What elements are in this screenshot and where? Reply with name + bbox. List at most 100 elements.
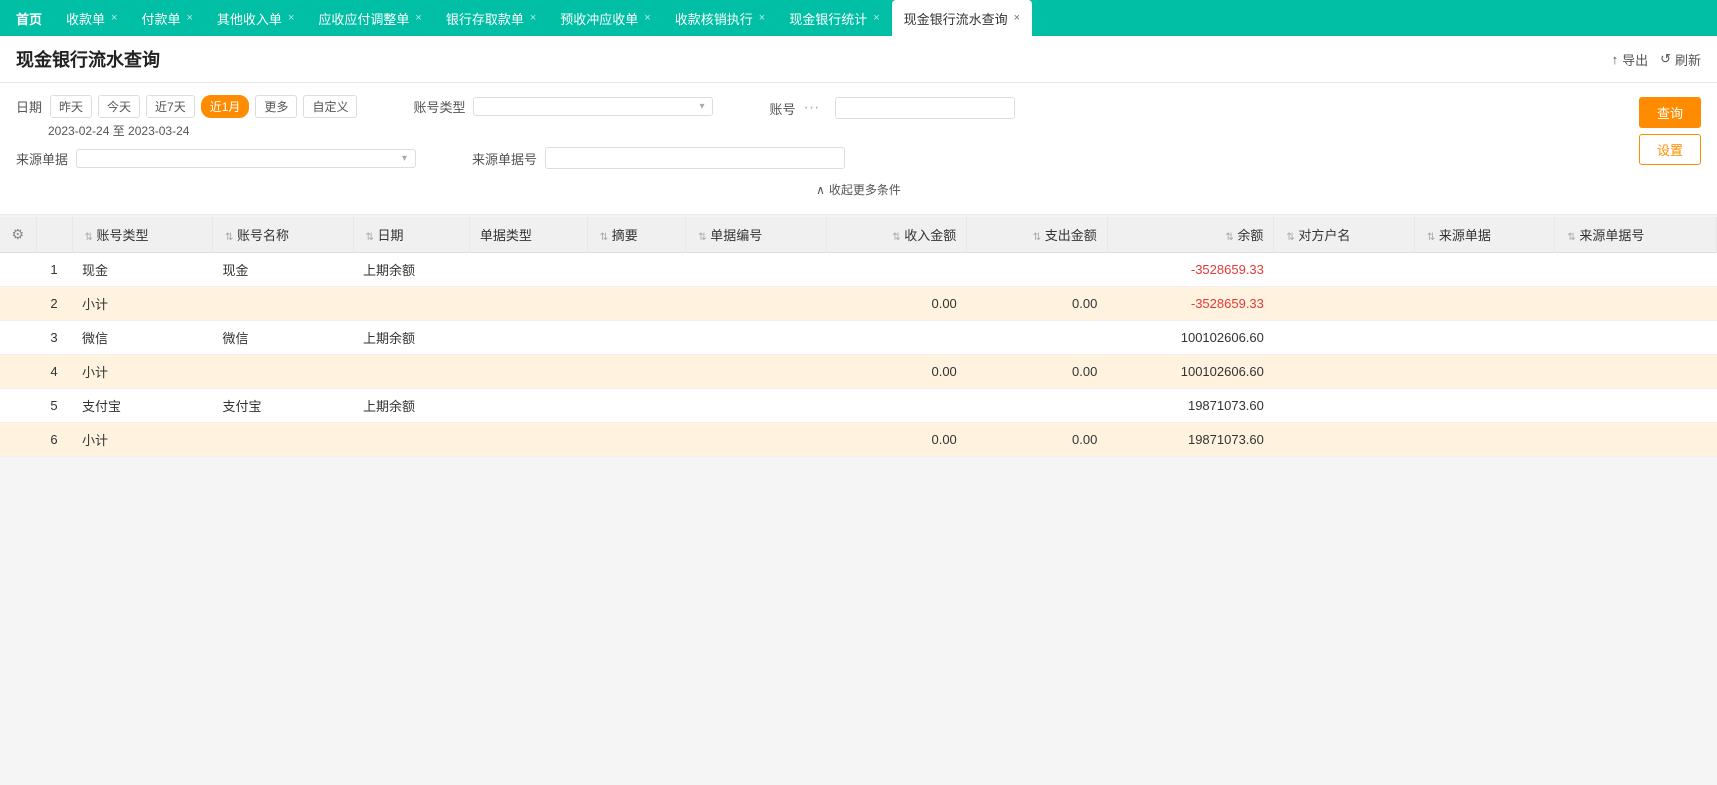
nav-home[interactable]: 首页: [4, 0, 54, 36]
th-voucher-type[interactable]: 单据类型: [469, 217, 587, 253]
row-balance: 19871073.60: [1107, 389, 1274, 423]
source-voucher-chevron: ▾: [402, 153, 407, 164]
date-range-display: 2023-02-24 至 2023-03-24: [48, 124, 189, 138]
date-custom[interactable]: 自定义: [303, 95, 357, 118]
close-receipt-verify[interactable]: ×: [759, 12, 765, 24]
account-dots: ···: [803, 99, 819, 117]
table-row: 5 支付宝 支付宝 上期余额 19871073.60: [0, 389, 1717, 423]
date-options: 昨天 今天 近7天 近1月 更多 自定义: [50, 95, 357, 118]
date-label: 日期: [16, 97, 42, 116]
export-icon: ↑: [1612, 52, 1619, 67]
date-yesterday[interactable]: 昨天: [50, 95, 92, 118]
row-voucher-type: [469, 321, 587, 355]
export-button[interactable]: ↑ 导出: [1612, 50, 1649, 69]
th-account-type[interactable]: ⇅ 账号类型: [72, 217, 213, 253]
row-summary: [587, 389, 686, 423]
account-type-select[interactable]: ▾: [473, 97, 713, 116]
row-voucher-no: [686, 321, 827, 355]
nav-cash-stats[interactable]: 现金银行统计 ×: [777, 0, 891, 36]
row-source-voucher: [1414, 253, 1555, 287]
row-account-type: 现金: [72, 253, 213, 287]
close-other-income[interactable]: ×: [288, 12, 294, 24]
row-balance: -3528659.33: [1107, 287, 1274, 321]
close-payments[interactable]: ×: [186, 12, 192, 24]
nav-receipt-verify[interactable]: 收款核销执行 ×: [663, 0, 777, 36]
account-type-label: 账号类型: [413, 97, 465, 116]
date-1month[interactable]: 近1月: [201, 95, 250, 118]
collapse-bar[interactable]: ∧ 收起更多条件: [16, 177, 1701, 202]
row-expense: 0.00: [967, 355, 1108, 389]
header-actions: ↑ 导出 ↺ 刷新: [1612, 50, 1701, 69]
source-voucher-select[interactable]: ▾: [76, 149, 416, 168]
close-bank-deposit[interactable]: ×: [530, 12, 536, 24]
date-7days[interactable]: 近7天: [146, 95, 195, 118]
row-income: [826, 321, 967, 355]
close-cash-stats[interactable]: ×: [873, 12, 879, 24]
th-account-name[interactable]: ⇅ 账号名称: [213, 217, 354, 253]
row-source-voucher-no: [1555, 423, 1717, 457]
row-income: [826, 253, 967, 287]
nav-ar-ap-adjust[interactable]: 应收应付调整单 ×: [306, 0, 433, 36]
row-gear: [0, 355, 36, 389]
nav-bank-deposit[interactable]: 银行存取款单 ×: [434, 0, 548, 36]
close-prepay-offset[interactable]: ×: [644, 12, 650, 24]
row-counterparty: [1274, 389, 1415, 423]
row-gear: [0, 389, 36, 423]
row-balance: 100102606.60: [1107, 355, 1274, 389]
row-date: [353, 423, 469, 457]
column-settings-icon[interactable]: ⚙: [11, 226, 24, 242]
row-source-voucher-no: [1555, 355, 1717, 389]
data-table: ⚙ ⇅ 账号类型 ⇅ 账号名称 ⇅ 日期 单据类型 ⇅ 摘要 ⇅ 单据编号 ⇅ …: [0, 217, 1717, 457]
row-account-name: 微信: [213, 321, 354, 355]
row-voucher-type: [469, 287, 587, 321]
row-account-name: 支付宝: [213, 389, 354, 423]
th-source-voucher-no[interactable]: ⇅ 来源单据号: [1555, 217, 1717, 253]
account-input[interactable]: [835, 97, 1015, 119]
th-counterparty[interactable]: ⇅ 对方户名: [1274, 217, 1415, 253]
row-income: 0.00: [826, 423, 967, 457]
th-balance[interactable]: ⇅ 余额: [1107, 217, 1274, 253]
nav-cash-flow-query[interactable]: 现金银行流水查询 ×: [892, 0, 1032, 36]
nav-other-income[interactable]: 其他收入单 ×: [205, 0, 306, 36]
row-expense: 0.00: [967, 287, 1108, 321]
th-income[interactable]: ⇅ 收入金额: [826, 217, 967, 253]
row-income: [826, 389, 967, 423]
th-expense[interactable]: ⇅ 支出金额: [967, 217, 1108, 253]
close-receipts[interactable]: ×: [111, 12, 117, 24]
th-source-voucher[interactable]: ⇅ 来源单据: [1414, 217, 1555, 253]
th-summary[interactable]: ⇅ 摘要: [587, 217, 686, 253]
close-ar-ap-adjust[interactable]: ×: [415, 12, 421, 24]
th-voucher-no[interactable]: ⇅ 单据编号: [686, 217, 827, 253]
row-expense: [967, 253, 1108, 287]
row-source-voucher-no: [1555, 287, 1717, 321]
row-source-voucher: [1414, 355, 1555, 389]
refresh-button[interactable]: ↺ 刷新: [1660, 50, 1701, 69]
date-more[interactable]: 更多: [255, 95, 297, 118]
row-expense: 0.00: [967, 423, 1108, 457]
query-button[interactable]: 查询: [1639, 97, 1701, 128]
row-date: 上期余额: [353, 253, 469, 287]
row-num: 6: [36, 423, 72, 457]
table-header-row: ⚙ ⇅ 账号类型 ⇅ 账号名称 ⇅ 日期 单据类型 ⇅ 摘要 ⇅ 单据编号 ⇅ …: [0, 217, 1717, 253]
row-account-name: [213, 355, 354, 389]
row-account-type: 小计: [72, 355, 213, 389]
row-gear: [0, 321, 36, 355]
row-balance: 100102606.60: [1107, 321, 1274, 355]
row-date: 上期余额: [353, 389, 469, 423]
th-date[interactable]: ⇅ 日期: [353, 217, 469, 253]
row-expense: [967, 389, 1108, 423]
th-gear: ⚙: [0, 217, 36, 253]
row-balance: 19871073.60: [1107, 423, 1274, 457]
nav-receipts[interactable]: 收款单 ×: [54, 0, 129, 36]
row-voucher-no: [686, 287, 827, 321]
source-voucher-no-input[interactable]: [545, 147, 845, 169]
date-today[interactable]: 今天: [98, 95, 140, 118]
nav-prepay-offset[interactable]: 预收冲应收单 ×: [548, 0, 662, 36]
settings-button[interactable]: 设置: [1639, 134, 1701, 165]
close-cash-flow-query[interactable]: ×: [1014, 12, 1020, 24]
table-row: 6 小计 0.00 0.00 19871073.60: [0, 423, 1717, 457]
row-counterparty: [1274, 287, 1415, 321]
row-voucher-type: [469, 389, 587, 423]
nav-payments[interactable]: 付款单 ×: [129, 0, 204, 36]
row-account-type: 微信: [72, 321, 213, 355]
